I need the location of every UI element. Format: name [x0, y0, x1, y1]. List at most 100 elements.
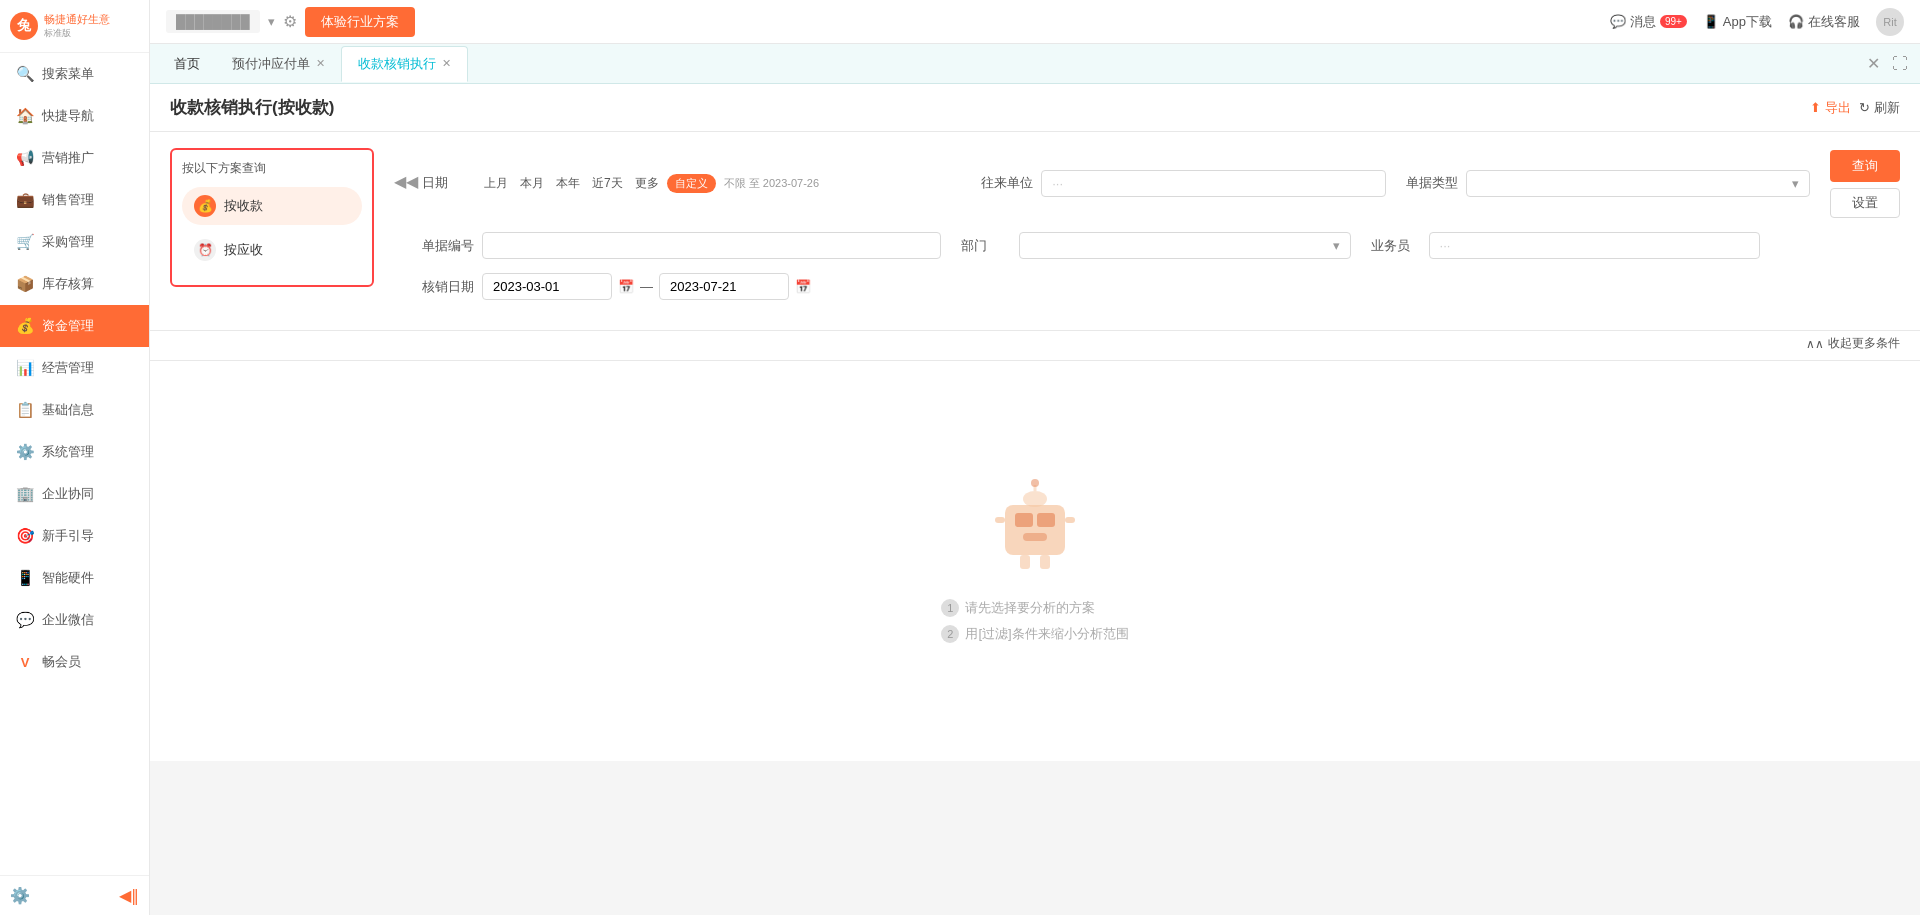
- counterparty-dots: ···: [1052, 176, 1063, 191]
- svg-rect-4: [995, 517, 1005, 523]
- export-btn[interactable]: ⬆ 导出: [1810, 99, 1851, 117]
- sidebar-label-purchase: 采购管理: [42, 233, 94, 251]
- sidebar-label-inventory: 库存核算: [42, 275, 94, 293]
- shortcut-7days[interactable]: 近7天: [588, 173, 627, 194]
- tab-writeoff[interactable]: 收款核销执行 ✕: [341, 46, 468, 82]
- sidebar-item-inventory[interactable]: 📦 库存核算: [0, 263, 149, 305]
- export-icon: ⬆: [1810, 100, 1821, 115]
- query-btn[interactable]: 查询: [1830, 150, 1900, 182]
- app-edition: 标准版: [44, 27, 110, 40]
- svg-rect-3: [1023, 533, 1047, 541]
- collapse-more-btn[interactable]: ∧∧ 收起更多条件: [1806, 335, 1900, 352]
- svg-point-8: [1023, 491, 1047, 507]
- guide-icon: 🎯: [16, 527, 34, 545]
- collapse-more-label: 收起更多条件: [1828, 335, 1900, 352]
- refresh-icon: ↻: [1859, 100, 1870, 115]
- sidebar-label-shortcut: 快捷导航: [42, 107, 94, 125]
- collapse-sidebar-btn[interactable]: ◀‖: [119, 886, 139, 905]
- refresh-label: 刷新: [1874, 99, 1900, 117]
- page-content: 收款核销执行(按收款) ⬆ 导出 ↻ 刷新 按以下方案查询 💰: [150, 84, 1920, 915]
- sidebar-item-guide[interactable]: 🎯 新手引导: [0, 515, 149, 557]
- online-service-btn[interactable]: 🎧 在线客服: [1788, 13, 1860, 31]
- user-avatar[interactable]: Rit: [1876, 8, 1904, 36]
- doc-type-select[interactable]: ▾: [1466, 170, 1810, 197]
- counterparty-field: 往来单位 ···: [981, 170, 1385, 197]
- sidebar-item-shortcut[interactable]: 🏠 快捷导航: [0, 95, 149, 137]
- receipt-option-label: 按收款: [224, 197, 263, 215]
- dept-label: 部门: [961, 237, 1011, 255]
- sidebar-item-member[interactable]: V 畅会员: [0, 641, 149, 683]
- filter-panel-title: 按以下方案查询: [182, 160, 362, 177]
- date-range-hint: 不限 至 2023-07-26: [724, 176, 819, 191]
- shortcut-last-month[interactable]: 上月: [480, 173, 512, 194]
- date-end-calendar-icon[interactable]: 📅: [795, 279, 811, 294]
- shortcut-this-month[interactable]: 本月: [516, 173, 548, 194]
- sidebar-item-finance[interactable]: 💰 资金管理: [0, 305, 149, 347]
- date-label: 日期: [422, 174, 472, 192]
- settings-gear-icon[interactable]: ⚙: [283, 12, 297, 31]
- page-header-actions: ⬆ 导出 ↻ 刷新: [1810, 99, 1900, 117]
- sidebar-item-system[interactable]: ⚙️ 系统管理: [0, 431, 149, 473]
- settings-icon[interactable]: ⚙️: [10, 886, 30, 905]
- counterparty-select[interactable]: ···: [1041, 170, 1385, 197]
- writeoff-date-field: 核销日期 📅 — 📅: [422, 273, 1005, 300]
- shortcut-custom[interactable]: 自定义: [667, 174, 716, 193]
- page-title: 收款核销执行(按收款): [170, 96, 334, 119]
- filter-panel: 按以下方案查询 💰 按收款 ⏰ 按应收: [170, 148, 374, 287]
- message-btn[interactable]: 💬 消息 99+: [1610, 13, 1687, 31]
- collapse-filter-btn[interactable]: ◀◀: [390, 168, 422, 195]
- writeoff-date-start-input[interactable]: [482, 273, 612, 300]
- system-icon: ⚙️: [16, 443, 34, 461]
- tab-bar: 首页 预付冲应付单 ✕ 收款核销执行 ✕ ✕ ⛶: [150, 44, 1920, 84]
- counterparty-label: 往来单位: [981, 174, 1033, 192]
- industry-solution-btn[interactable]: 体验行业方案: [305, 7, 415, 37]
- svg-rect-7: [1040, 555, 1050, 569]
- inventory-icon: 📦: [16, 275, 34, 293]
- sidebar-item-purchase[interactable]: 🛒 采购管理: [0, 221, 149, 263]
- sidebar-item-search[interactable]: 🔍 搜索菜单: [0, 53, 149, 95]
- filter-option-receivable[interactable]: ⏰ 按应收: [182, 231, 362, 269]
- sidebar-item-hardware[interactable]: 📱 智能硬件: [0, 557, 149, 599]
- shortcut-more[interactable]: 更多: [631, 173, 663, 194]
- refresh-btn[interactable]: ↻ 刷新: [1859, 99, 1900, 117]
- tab-prepay[interactable]: 预付冲应付单 ✕: [216, 47, 341, 81]
- sidebar-item-basic[interactable]: 📋 基础信息: [0, 389, 149, 431]
- dept-arrow: ▾: [1333, 238, 1340, 253]
- query-actions: 查询 设置: [1830, 150, 1900, 218]
- sidebar-item-enterprise[interactable]: 🏢 企业协同: [0, 473, 149, 515]
- tab-writeoff-close[interactable]: ✕: [442, 57, 451, 70]
- tab-prepay-close[interactable]: ✕: [316, 57, 325, 70]
- logo-icon: 兔: [10, 12, 38, 40]
- sidebar-item-wechat[interactable]: 💬 企业微信: [0, 599, 149, 641]
- close-tab-btn[interactable]: ✕: [1863, 50, 1884, 77]
- tab-home[interactable]: 首页: [158, 47, 216, 81]
- hint-text-2: 用[过滤]条件来缩小分析范围: [965, 621, 1128, 647]
- sidebar-item-marketing[interactable]: 📢 营销推广: [0, 137, 149, 179]
- filter-settings-btn[interactable]: 设置: [1830, 188, 1900, 218]
- filter-option-receipt[interactable]: 💰 按收款: [182, 187, 362, 225]
- collapse-more-row: ∧∧ 收起更多条件: [150, 331, 1920, 361]
- header-left: ████████ ▾ ⚙ 体验行业方案: [166, 7, 1598, 37]
- sidebar-item-operation[interactable]: 📊 经营管理: [0, 347, 149, 389]
- shortcut-this-year[interactable]: 本年: [552, 173, 584, 194]
- tab-writeoff-label: 收款核销执行: [358, 55, 436, 73]
- sidebar-label-operation: 经营管理: [42, 359, 94, 377]
- writeoff-date-end-input[interactable]: [659, 273, 789, 300]
- svg-point-10: [1031, 479, 1039, 487]
- expand-tab-btn[interactable]: ⛶: [1888, 51, 1912, 77]
- member-icon: V: [16, 655, 34, 670]
- company-dropdown-arrow[interactable]: ▾: [268, 14, 275, 29]
- sidebar-item-sales[interactable]: 💼 销售管理: [0, 179, 149, 221]
- doc-no-input[interactable]: [482, 232, 941, 259]
- company-name: ████████: [166, 10, 260, 33]
- operation-icon: 📊: [16, 359, 34, 377]
- sidebar-label-marketing: 营销推广: [42, 149, 94, 167]
- app-download-btn[interactable]: 📱 App下载: [1703, 13, 1772, 31]
- date-start-calendar-icon[interactable]: 📅: [618, 279, 634, 294]
- wechat-icon: 💬: [16, 611, 34, 629]
- staff-select[interactable]: ···: [1429, 232, 1760, 259]
- date-dash: —: [640, 279, 653, 294]
- filter-section: 按以下方案查询 💰 按收款 ⏰ 按应收 ◀◀: [150, 132, 1920, 331]
- dept-select[interactable]: ▾: [1019, 232, 1350, 259]
- sidebar-label-sales: 销售管理: [42, 191, 94, 209]
